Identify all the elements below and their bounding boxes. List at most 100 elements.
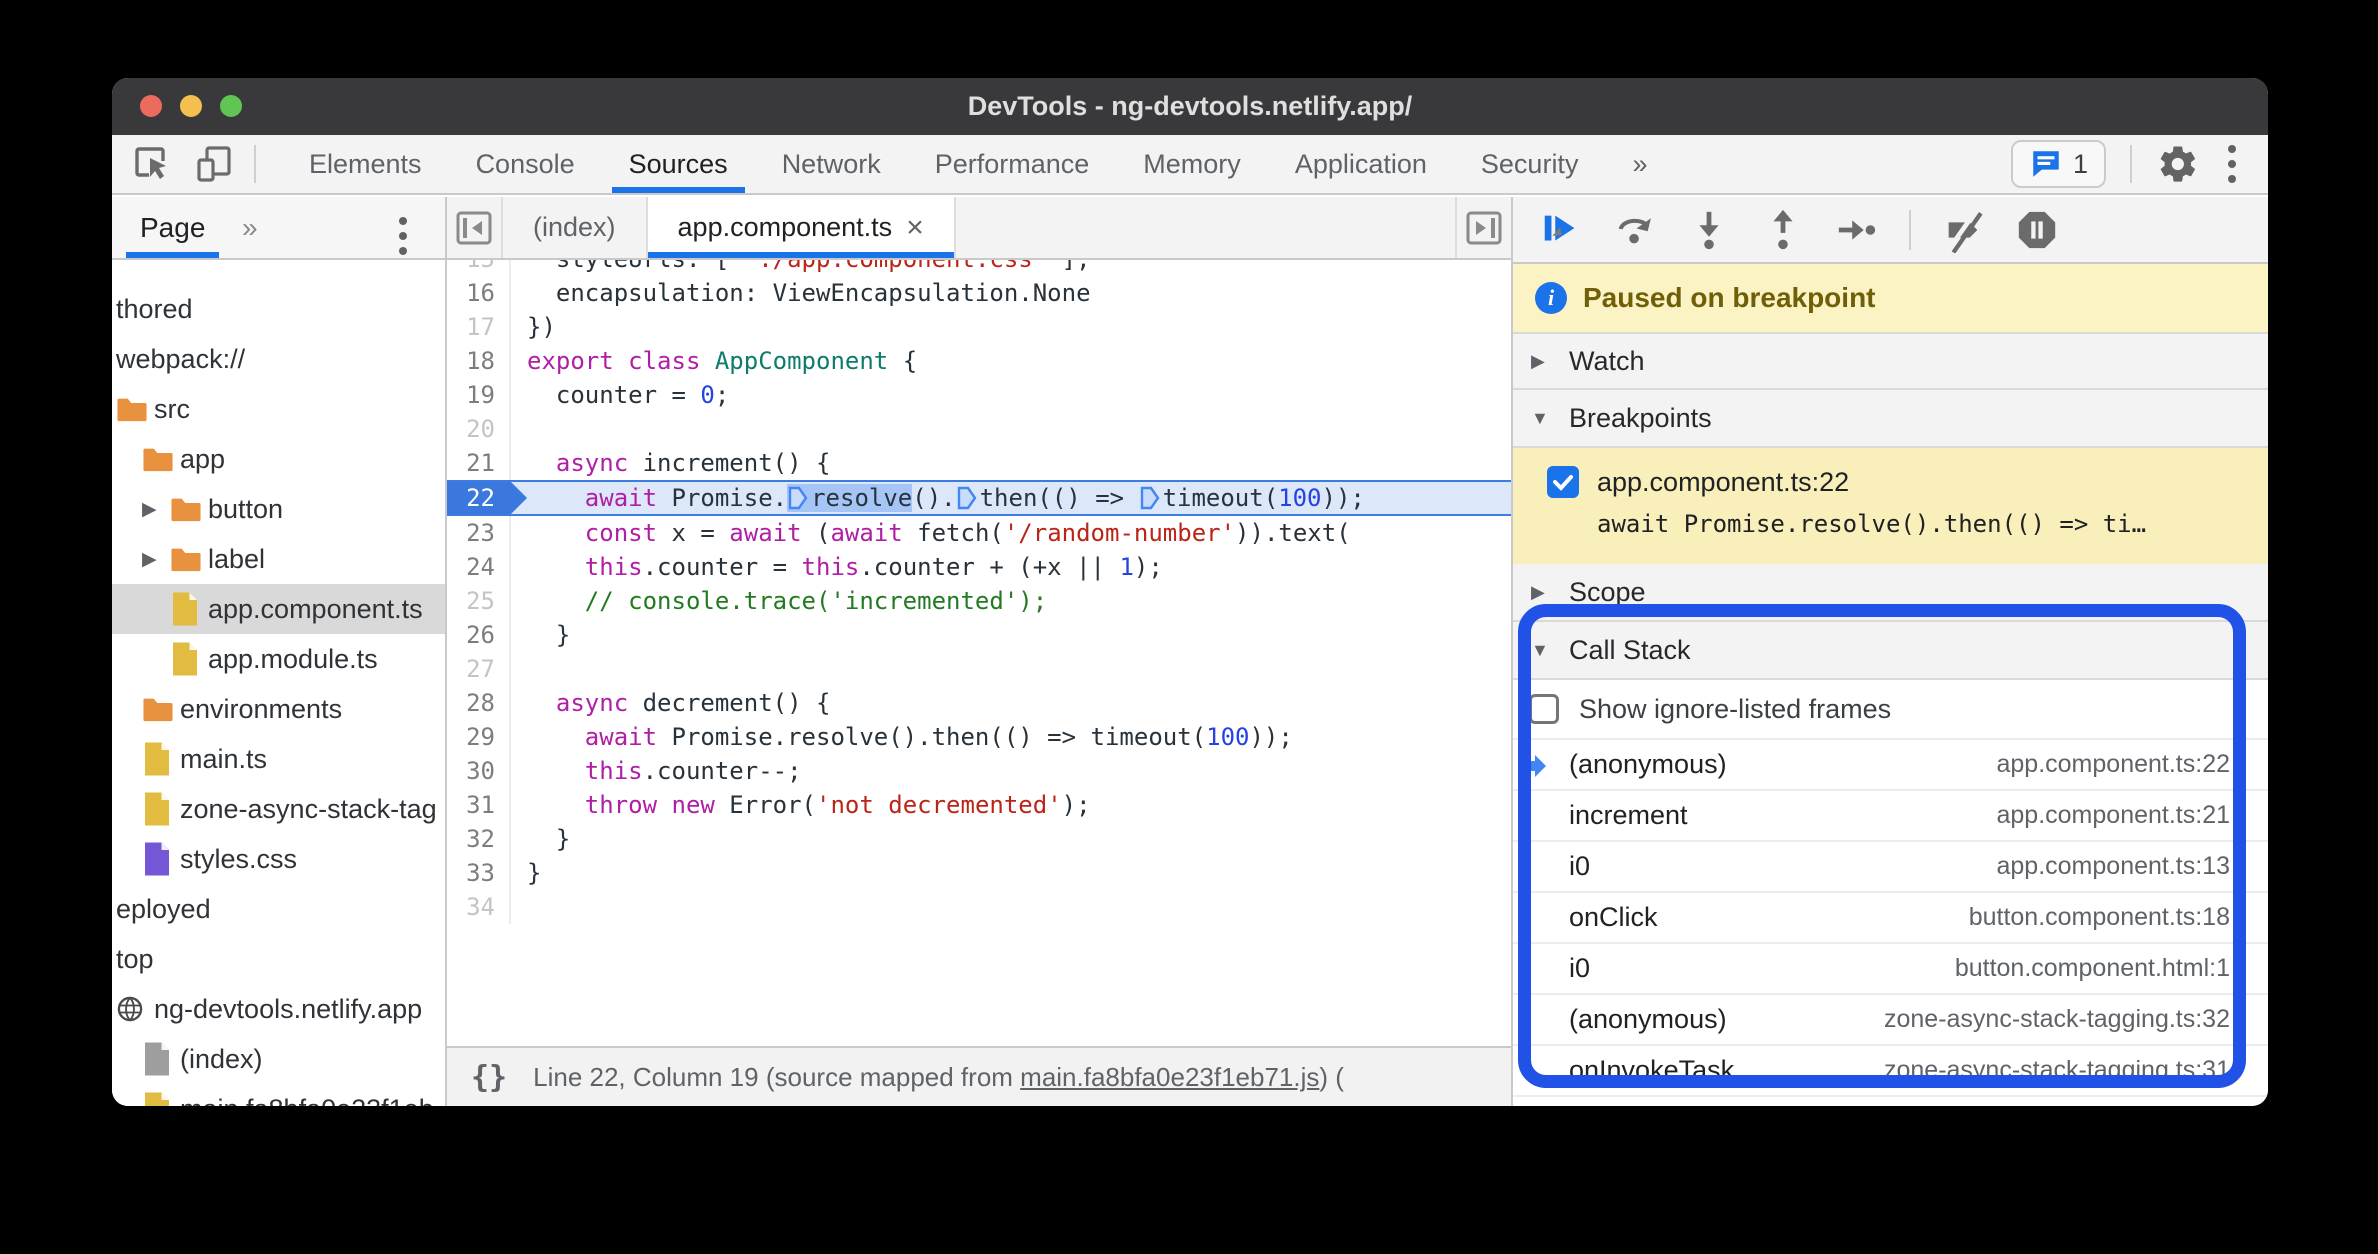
tree-item-thored[interactable]: thored: [112, 284, 445, 334]
show-debugger-panel-icon[interactable]: [1455, 197, 1511, 258]
close-tab-icon[interactable]: ×: [906, 211, 924, 245]
settings-gear-icon[interactable]: [2156, 142, 2200, 186]
device-toolbar-icon[interactable]: [192, 142, 236, 186]
ignore-frames-checkbox[interactable]: [1529, 694, 1559, 724]
tree-item--index-[interactable]: (index): [112, 1034, 445, 1084]
step-into-button[interactable]: [1687, 208, 1731, 252]
line-number[interactable]: 21: [447, 446, 511, 480]
code-line[interactable]: 27: [447, 652, 1511, 686]
navigator-kebab-icon[interactable]: [395, 213, 411, 259]
frame-source-location[interactable]: zone-async-stack-tagging.ts:31: [1884, 1056, 2230, 1085]
code-line[interactable]: 18 export class AppComponent {: [447, 344, 1511, 378]
tab-page[interactable]: Page: [125, 197, 220, 258]
code-line[interactable]: 15 styleUrls: [ './app.component.css' ],: [447, 260, 1511, 276]
code-line[interactable]: 23 const x = await (await fetch('/random…: [447, 516, 1511, 550]
call-stack-frame-oninvoketask[interactable]: onInvokeTask zone-async-stack-tagging.ts:…: [1513, 1046, 2268, 1097]
section-watch[interactable]: ▶ Watch: [1513, 332, 2268, 390]
tree-item-ng-devtools-netlify-app[interactable]: ng-devtools.netlify.app: [112, 984, 445, 1034]
expand-arrow-icon[interactable]: ▶: [142, 498, 170, 521]
step-button[interactable]: [1835, 208, 1879, 252]
tab-memory[interactable]: Memory: [1116, 135, 1268, 193]
code-line[interactable]: 24 this .counter = this .counter + (+x || …: [447, 550, 1511, 584]
line-number[interactable]: 16: [447, 276, 511, 310]
code-line[interactable]: 26 }: [447, 618, 1511, 652]
source-map-link[interactable]: main.fa8bfa0e23f1eb71.js: [1020, 1062, 1319, 1092]
frame-source-location[interactable]: zone-async-stack-tagging.ts:32: [1884, 1005, 2230, 1034]
pause-on-exceptions-button[interactable]: [2015, 208, 2059, 252]
tree-item-app[interactable]: app: [112, 434, 445, 484]
call-stack-frame--anonymous-[interactable]: (anonymous) zone-async-stack-tagging.ts:3…: [1513, 995, 2268, 1046]
section-call-stack[interactable]: ▼ Call Stack: [1513, 622, 2268, 680]
line-number[interactable]: 32: [447, 822, 511, 856]
hide-navigator-icon[interactable]: [447, 197, 503, 258]
line-number[interactable]: 18: [447, 344, 511, 378]
issues-badge[interactable]: 1: [2010, 140, 2106, 188]
breakpoint-checkbox[interactable]: [1547, 466, 1579, 498]
code-line[interactable]: 30 this .counter--;: [447, 754, 1511, 788]
tree-item-label[interactable]: ▶ label: [112, 534, 445, 584]
tree-item-button[interactable]: ▶ button: [112, 484, 445, 534]
frame-source-location[interactable]: app.component.ts:21: [1997, 801, 2231, 830]
code-area[interactable]: 15 styleUrls: [ './app.component.css' ],…: [447, 260, 1511, 1046]
editor-tab-index[interactable]: (index): [503, 197, 648, 258]
editor-tab-app-component[interactable]: app.component.ts ×: [647, 197, 956, 258]
tree-item-main-fa8bfa0e23f1eb[interactable]: main.fa8bfa0e23f1eb: [112, 1084, 445, 1106]
breakpoint-entry[interactable]: app.component.ts:22 await Promise.resolv…: [1513, 448, 2268, 564]
section-scope[interactable]: ▶ Scope: [1513, 564, 2268, 622]
line-number[interactable]: 20: [447, 412, 511, 446]
code-line[interactable]: 19 counter = 0;: [447, 378, 1511, 412]
inspect-element-icon[interactable]: [130, 142, 174, 186]
line-number[interactable]: 15: [447, 260, 511, 276]
tab-console[interactable]: Console: [449, 135, 602, 193]
call-stack-frame--anonymous-[interactable]: (anonymous) app.component.ts:22: [1513, 740, 2268, 791]
tree-item-styles-css[interactable]: styles.css: [112, 834, 445, 884]
call-stack-frame-i0[interactable]: i0 app.component.ts:13: [1513, 842, 2268, 893]
pretty-print-icon[interactable]: {}: [471, 1060, 507, 1095]
line-number[interactable]: 34: [447, 890, 511, 924]
code-line[interactable]: 21 async increment() {: [447, 446, 1511, 480]
code-line[interactable]: 20: [447, 412, 1511, 446]
show-ignore-listed-frames-row[interactable]: Show ignore-listed frames: [1513, 680, 2268, 740]
code-line[interactable]: 31 throw new Error('not decremented');: [447, 788, 1511, 822]
section-breakpoints[interactable]: ▼ Breakpoints: [1513, 390, 2268, 448]
frame-source-location[interactable]: button.component.ts:18: [1969, 903, 2230, 932]
code-line[interactable]: 17}): [447, 310, 1511, 344]
step-out-button[interactable]: [1761, 208, 1805, 252]
frame-source-location[interactable]: app.component.ts:22: [1997, 750, 2231, 779]
line-number[interactable]: 33: [447, 856, 511, 890]
deactivate-breakpoints-button[interactable]: [1941, 206, 1985, 253]
tree-item-app-component-ts[interactable]: app.component.ts: [112, 584, 445, 634]
tree-item-top[interactable]: top: [112, 934, 445, 984]
more-tabs-chevron[interactable]: »: [242, 197, 257, 258]
frame-source-location[interactable]: button.component.html:1: [1955, 954, 2230, 983]
tree-item-zone-async-stack-tag[interactable]: zone-async-stack-tag: [112, 784, 445, 834]
call-stack-frame-onclick[interactable]: onClick button.component.ts:18: [1513, 893, 2268, 944]
tree-item-main-ts[interactable]: main.ts: [112, 734, 445, 784]
resume-script-button[interactable]: [1539, 208, 1583, 252]
code-line[interactable]: 28 async decrement() {: [447, 686, 1511, 720]
tree-item-environments[interactable]: environments: [112, 684, 445, 734]
line-number[interactable]: 28: [447, 686, 511, 720]
line-number[interactable]: 19: [447, 378, 511, 412]
tab-performance[interactable]: Performance: [908, 135, 1117, 193]
call-stack-frame-increment[interactable]: increment app.component.ts:21: [1513, 791, 2268, 842]
line-number[interactable]: 17: [447, 310, 511, 344]
call-stack-frame-i0[interactable]: i0 button.component.html:1: [1513, 944, 2268, 995]
code-line-22-execution[interactable]: 22 await Promise. resolve (). then(() => ti…: [447, 480, 1511, 516]
line-number[interactable]: 25: [447, 584, 511, 618]
frame-source-location[interactable]: app.component.ts:13: [1997, 852, 2231, 881]
code-line[interactable]: 33}: [447, 856, 1511, 890]
code-line[interactable]: 34: [447, 890, 1511, 924]
line-number[interactable]: 26: [447, 618, 511, 652]
step-over-button[interactable]: [1613, 208, 1657, 252]
tab-application[interactable]: Application: [1268, 135, 1454, 193]
line-number[interactable]: 30: [447, 754, 511, 788]
tree-item-webpack-[interactable]: webpack://: [112, 334, 445, 384]
tree-item-app-module-ts[interactable]: app.module.ts: [112, 634, 445, 684]
tab--[interactable]: »: [1605, 135, 1674, 193]
tab-network[interactable]: Network: [755, 135, 908, 193]
tab-security[interactable]: Security: [1454, 135, 1606, 193]
code-line[interactable]: 16 encapsulation: ViewEncapsulation.None: [447, 276, 1511, 310]
code-line[interactable]: 25 // console.trace('incremented');: [447, 584, 1511, 618]
line-number[interactable]: 22: [447, 482, 511, 514]
